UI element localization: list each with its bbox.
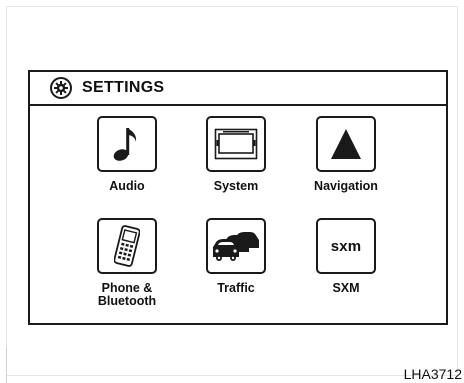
figure-code: LHA3712 (403, 366, 462, 382)
gear-icon (50, 77, 72, 99)
sxm-label: SXM (332, 281, 360, 295)
music-note-icon (97, 116, 157, 172)
settings-screen: SETTINGS Audio System Navigation Phone &… (28, 70, 448, 325)
traffic-label: Traffic (217, 281, 255, 295)
frame-edge-line (6, 348, 7, 383)
settings-header: SETTINGS (30, 72, 446, 106)
sxm-icon: sxm (316, 218, 376, 274)
phone-bluetooth-label: Phone & Bluetooth (97, 281, 157, 308)
traffic-cars-icon (206, 218, 266, 274)
system-button[interactable]: System (186, 116, 286, 196)
audio-label: Audio (109, 179, 145, 193)
navigation-arrow-icon (316, 116, 376, 172)
sxm-button[interactable]: sxm SXM (296, 218, 396, 298)
traffic-button[interactable]: Traffic (186, 218, 286, 298)
phone-bluetooth-button[interactable]: Phone & Bluetooth (77, 218, 177, 308)
navigation-label: Navigation (314, 179, 378, 193)
navigation-button[interactable]: Navigation (296, 116, 396, 196)
display-screen-icon (206, 116, 266, 172)
system-label: System (213, 179, 259, 193)
mobile-phone-icon (97, 218, 157, 274)
page-title: SETTINGS (82, 79, 165, 96)
sxm-icon-text: sxm (330, 237, 362, 255)
audio-button[interactable]: Audio (77, 116, 177, 196)
